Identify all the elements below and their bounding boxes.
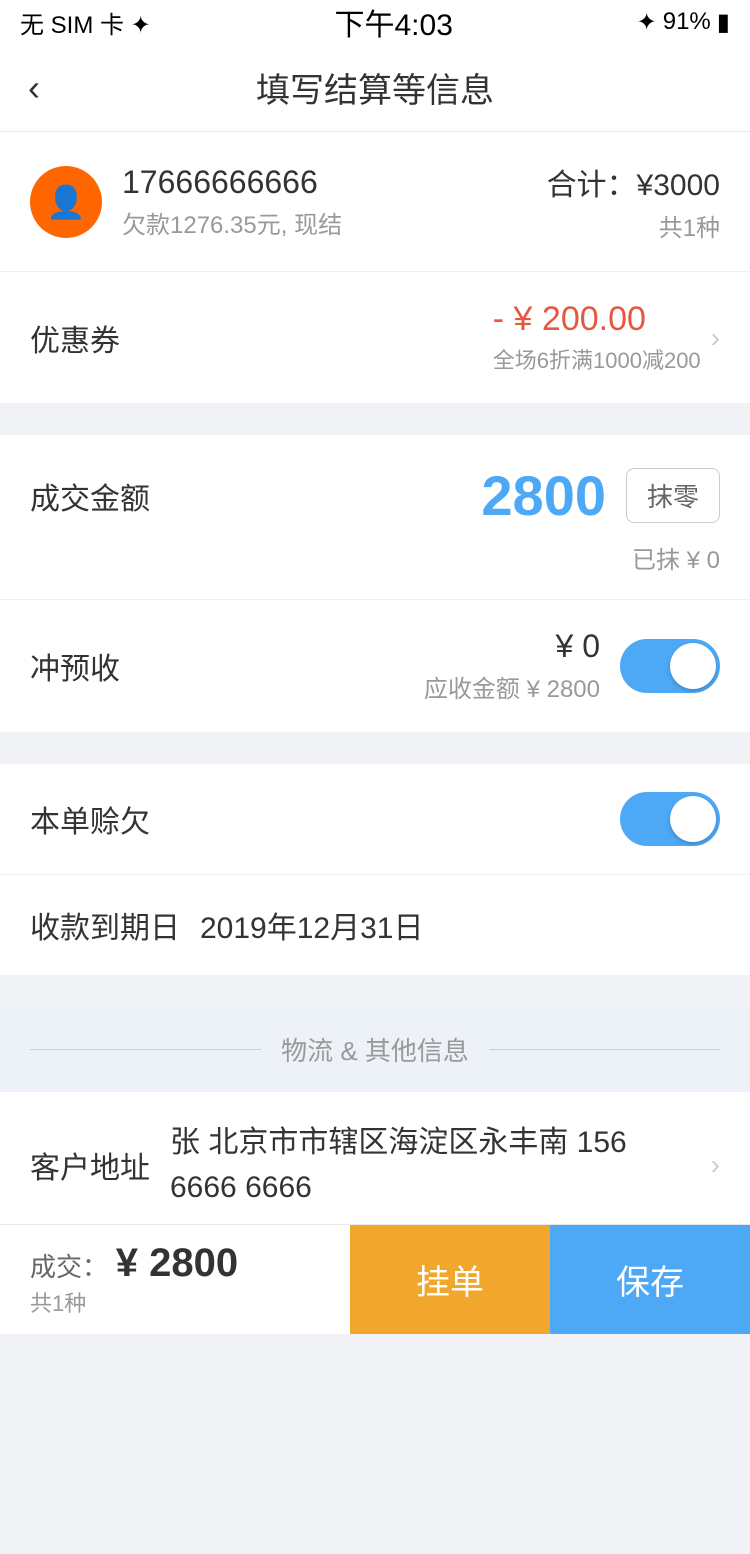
credit-label: 本单赊欠 (30, 797, 150, 841)
customer-info: 17666666666 欠款1276.35元, 现结 (122, 164, 342, 240)
status-bar: 无 SIM 卡 ✦ 下午4:03 ✦ 91% ▮ (0, 0, 750, 44)
battery-icon: ▮ (717, 8, 730, 37)
nav-bar: ‹ 填写结算等信息 (0, 44, 750, 132)
deal-amount-card: 成交金额 2800 抹零 已抹 ¥ 0 冲预收 ¥ 0 应收金额 ¥ 2800 (0, 435, 750, 732)
precollect-toggle[interactable] (620, 639, 720, 693)
precollect-label: 冲预收 (30, 644, 120, 688)
logistics-divider: 物流 & 其他信息 (0, 1007, 750, 1092)
precollect-row: 冲预收 ¥ 0 应收金额 ¥ 2800 (0, 599, 750, 732)
credit-toggle[interactable] (620, 792, 720, 846)
footer-amount: ¥ 2800 (116, 1241, 238, 1285)
coupon-row[interactable]: 优惠券 - ¥ 200.00 全场6折满1000减200 › (0, 271, 750, 403)
precollect-receivable: 应收金额 ¥ 2800 (424, 669, 600, 704)
footer-info: 成交： ¥ 2800 共1种 (0, 1225, 350, 1334)
credit-card: 本单赊欠 收款到期日 2019年12月31日 (0, 764, 750, 975)
address-value: 张 北京市市辖区海淀区永丰南 156 6666 6666 (170, 1120, 691, 1210)
pending-button[interactable]: 挂单 (350, 1225, 550, 1334)
section-divider-3 (0, 991, 750, 1007)
battery-status: 91% (663, 8, 711, 36)
section-divider-2 (0, 748, 750, 764)
section-divider-1 (0, 419, 750, 435)
customer-left: 👤 17666666666 欠款1276.35元, 现结 (30, 164, 342, 240)
address-row[interactable]: 客户地址 张 北京市市辖区海淀区永丰南 156 6666 6666 › (0, 1092, 750, 1238)
precollect-toggle-knob (670, 643, 716, 689)
duedate-row: 收款到期日 2019年12月31日 (0, 874, 750, 975)
coupon-desc: 全场6折满1000减200 (493, 343, 701, 375)
status-right: ✦ 91% ▮ (637, 8, 730, 37)
round-button[interactable]: 抹零 (626, 468, 720, 523)
coupon-label: 优惠券 (30, 316, 120, 360)
total-count: 共1种 (547, 208, 720, 243)
duedate-value: 2019年12月31日 (200, 903, 423, 947)
customer-debt: 欠款1276.35元, 现结 (122, 205, 342, 240)
logistics-divider-text: 物流 & 其他信息 (271, 1031, 479, 1068)
coupon-chevron: › (711, 322, 720, 354)
customer-row: 👤 17666666666 欠款1276.35元, 现结 合计：¥3000 共1… (0, 132, 750, 271)
footer: 成交： ¥ 2800 共1种 挂单 保存 (0, 1224, 750, 1334)
precollect-amount: ¥ 0 应收金额 ¥ 2800 (424, 628, 600, 704)
address-label: 客户地址 (30, 1143, 150, 1187)
customer-right: 合计：¥3000 共1种 (547, 160, 720, 243)
address-card: 客户地址 张 北京市市辖区海淀区永丰南 156 6666 6666 › (0, 1092, 750, 1238)
address-chevron: › (711, 1149, 720, 1181)
divider-line-left (30, 1049, 261, 1050)
divider-line-right (489, 1049, 720, 1050)
deal-amount-label: 成交金额 (30, 474, 150, 518)
deal-sub: 已抹 ¥ 0 (0, 540, 750, 599)
total-amount: 合计：¥3000 (547, 160, 720, 204)
precollect-amount-value: ¥ 0 (424, 628, 600, 665)
avatar: 👤 (30, 166, 102, 238)
status-left: 无 SIM 卡 ✦ (20, 5, 151, 40)
credit-toggle-knob (670, 796, 716, 842)
main-content: 👤 17666666666 欠款1276.35元, 现结 合计：¥3000 共1… (0, 132, 750, 1554)
deal-right: 2800 抹零 (481, 463, 720, 528)
save-button[interactable]: 保存 (550, 1225, 750, 1334)
status-time: 下午4:03 (335, 0, 453, 44)
customer-card: 👤 17666666666 欠款1276.35元, 现结 合计：¥3000 共1… (0, 132, 750, 403)
deal-amount-value: 2800 (481, 463, 606, 528)
avatar-icon: 👤 (46, 183, 86, 221)
coupon-right: - ¥ 200.00 全场6折满1000减200 › (493, 300, 720, 375)
deal-amount-row: 成交金额 2800 抹零 (0, 435, 750, 540)
precollect-right: ¥ 0 应收金额 ¥ 2800 (424, 628, 720, 704)
footer-deal-row: 成交： ¥ 2800 (30, 1241, 320, 1286)
back-button[interactable]: ‹ (28, 67, 40, 109)
sim-status: 无 SIM 卡 ✦ (20, 5, 151, 40)
page-title: 填写结算等信息 (256, 63, 494, 112)
footer-count: 共1种 (30, 1286, 320, 1318)
footer-deal-label: 成交： (30, 1252, 108, 1282)
coupon-discount: - ¥ 200.00 (493, 300, 701, 339)
credit-row: 本单赊欠 (0, 764, 750, 874)
customer-phone: 17666666666 (122, 164, 342, 201)
duedate-label: 收款到期日 (30, 903, 180, 947)
navigation-icon: ✦ (637, 8, 657, 37)
